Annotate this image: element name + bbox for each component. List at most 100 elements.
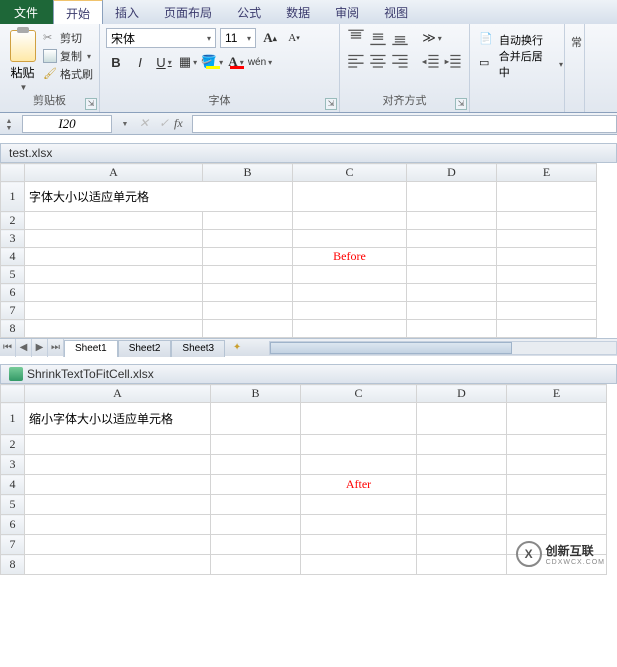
cell[interactable] — [417, 475, 507, 495]
orientation-button[interactable]: ≫▾ — [422, 28, 442, 48]
fx-icon[interactable]: fx — [174, 116, 192, 131]
cell[interactable] — [25, 284, 203, 302]
cell[interactable] — [407, 320, 497, 338]
cell[interactable] — [301, 403, 417, 435]
cell[interactable] — [497, 182, 597, 212]
row-header[interactable]: 1 — [1, 403, 25, 435]
tab-file[interactable]: 文件 — [0, 0, 53, 24]
sheet-tab[interactable]: Sheet2 — [118, 340, 172, 357]
align-middle-button[interactable] — [368, 28, 388, 48]
cell[interactable] — [203, 266, 293, 284]
sheet-tab[interactable]: Sheet3 — [171, 340, 225, 357]
cell[interactable] — [507, 455, 607, 475]
underline-button[interactable]: U▾ — [154, 52, 174, 72]
cell[interactable] — [407, 248, 497, 266]
cell[interactable] — [203, 212, 293, 230]
cell-a1[interactable]: 缩小字体大小以适应单元格 — [25, 403, 211, 435]
phonetic-button[interactable]: wén▾ — [250, 52, 270, 72]
row-header[interactable]: 6 — [1, 515, 25, 535]
align-center-button[interactable] — [368, 52, 388, 72]
accept-formula-button[interactable]: ✓ — [154, 116, 174, 131]
cell[interactable] — [497, 320, 597, 338]
row-header[interactable]: 5 — [1, 266, 25, 284]
font-color-button[interactable]: A▾ — [226, 52, 246, 72]
format-painter-button[interactable]: 🖌格式刷 — [43, 66, 93, 82]
cell[interactable] — [497, 248, 597, 266]
cell[interactable] — [293, 212, 407, 230]
cell-c4-before[interactable]: Before — [293, 248, 407, 266]
cell[interactable] — [407, 182, 497, 212]
cell[interactable] — [25, 495, 211, 515]
italic-button[interactable]: I — [130, 52, 150, 72]
clipboard-launcher[interactable]: ⇲ — [85, 98, 97, 110]
select-all-corner[interactable] — [1, 385, 25, 403]
cell[interactable] — [417, 555, 507, 575]
formula-input[interactable] — [192, 115, 617, 133]
align-launcher[interactable]: ⇲ — [455, 98, 467, 110]
col-header[interactable]: E — [507, 385, 607, 403]
cell[interactable] — [203, 284, 293, 302]
cell[interactable] — [203, 302, 293, 320]
first-sheet-button[interactable]: ⏮ — [0, 339, 16, 357]
row-header[interactable]: 8 — [1, 320, 25, 338]
cell[interactable] — [407, 302, 497, 320]
cell[interactable] — [25, 515, 211, 535]
cancel-formula-button[interactable]: ✕ — [134, 116, 154, 131]
align-top-button[interactable] — [346, 28, 366, 48]
copy-button[interactable]: 复制▾ — [43, 48, 93, 64]
prev-sheet-button[interactable]: ◀ — [16, 339, 32, 357]
row-header[interactable]: 2 — [1, 435, 25, 455]
row-header[interactable]: 4 — [1, 475, 25, 495]
tab-page-layout[interactable]: 页面布局 — [152, 0, 225, 24]
tab-data[interactable]: 数据 — [274, 0, 323, 24]
cell[interactable] — [497, 284, 597, 302]
cell[interactable] — [211, 495, 301, 515]
align-bottom-button[interactable] — [390, 28, 410, 48]
col-header[interactable]: D — [417, 385, 507, 403]
namebox-history[interactable]: ▲▼ — [0, 116, 18, 132]
last-sheet-button[interactable]: ⏭ — [48, 339, 64, 357]
decrease-indent-button[interactable] — [421, 52, 441, 72]
row-header[interactable]: 1 — [1, 182, 25, 212]
cell[interactable] — [25, 435, 211, 455]
tab-home[interactable]: 开始 — [53, 0, 103, 24]
col-header[interactable]: A — [25, 385, 211, 403]
cell[interactable] — [301, 495, 417, 515]
name-box[interactable]: I20 — [22, 115, 112, 133]
cell[interactable] — [497, 230, 597, 248]
increase-font-button[interactable]: A▴ — [260, 28, 280, 48]
cell[interactable] — [293, 182, 407, 212]
row-header[interactable]: 6 — [1, 284, 25, 302]
cell[interactable] — [203, 320, 293, 338]
cell[interactable] — [497, 266, 597, 284]
cell[interactable] — [211, 403, 301, 435]
horizontal-scrollbar[interactable] — [269, 341, 617, 355]
cell[interactable] — [25, 475, 211, 495]
cell[interactable] — [211, 475, 301, 495]
namebox-dropdown[interactable]: ▼ — [116, 119, 134, 128]
cell[interactable] — [497, 212, 597, 230]
bold-button[interactable]: B — [106, 52, 126, 72]
cell[interactable] — [301, 455, 417, 475]
tab-formula[interactable]: 公式 — [225, 0, 274, 24]
cell[interactable] — [301, 555, 417, 575]
cell[interactable] — [293, 302, 407, 320]
font-size-select[interactable]: 11▾ — [220, 28, 256, 48]
col-header[interactable]: A — [25, 164, 203, 182]
cell[interactable] — [203, 248, 293, 266]
row-header[interactable]: 3 — [1, 455, 25, 475]
cell[interactable] — [25, 248, 203, 266]
decrease-font-button[interactable]: A▾ — [284, 28, 304, 48]
cell[interactable] — [507, 403, 607, 435]
cell[interactable] — [417, 495, 507, 515]
cell[interactable] — [407, 230, 497, 248]
cell[interactable] — [301, 535, 417, 555]
row-header[interactable]: 3 — [1, 230, 25, 248]
cell[interactable] — [211, 455, 301, 475]
tab-insert[interactable]: 插入 — [103, 0, 152, 24]
cell[interactable] — [203, 230, 293, 248]
cell[interactable] — [293, 230, 407, 248]
tab-view[interactable]: 视图 — [372, 0, 421, 24]
new-sheet-button[interactable]: ✦ — [225, 342, 249, 353]
cell[interactable] — [211, 515, 301, 535]
